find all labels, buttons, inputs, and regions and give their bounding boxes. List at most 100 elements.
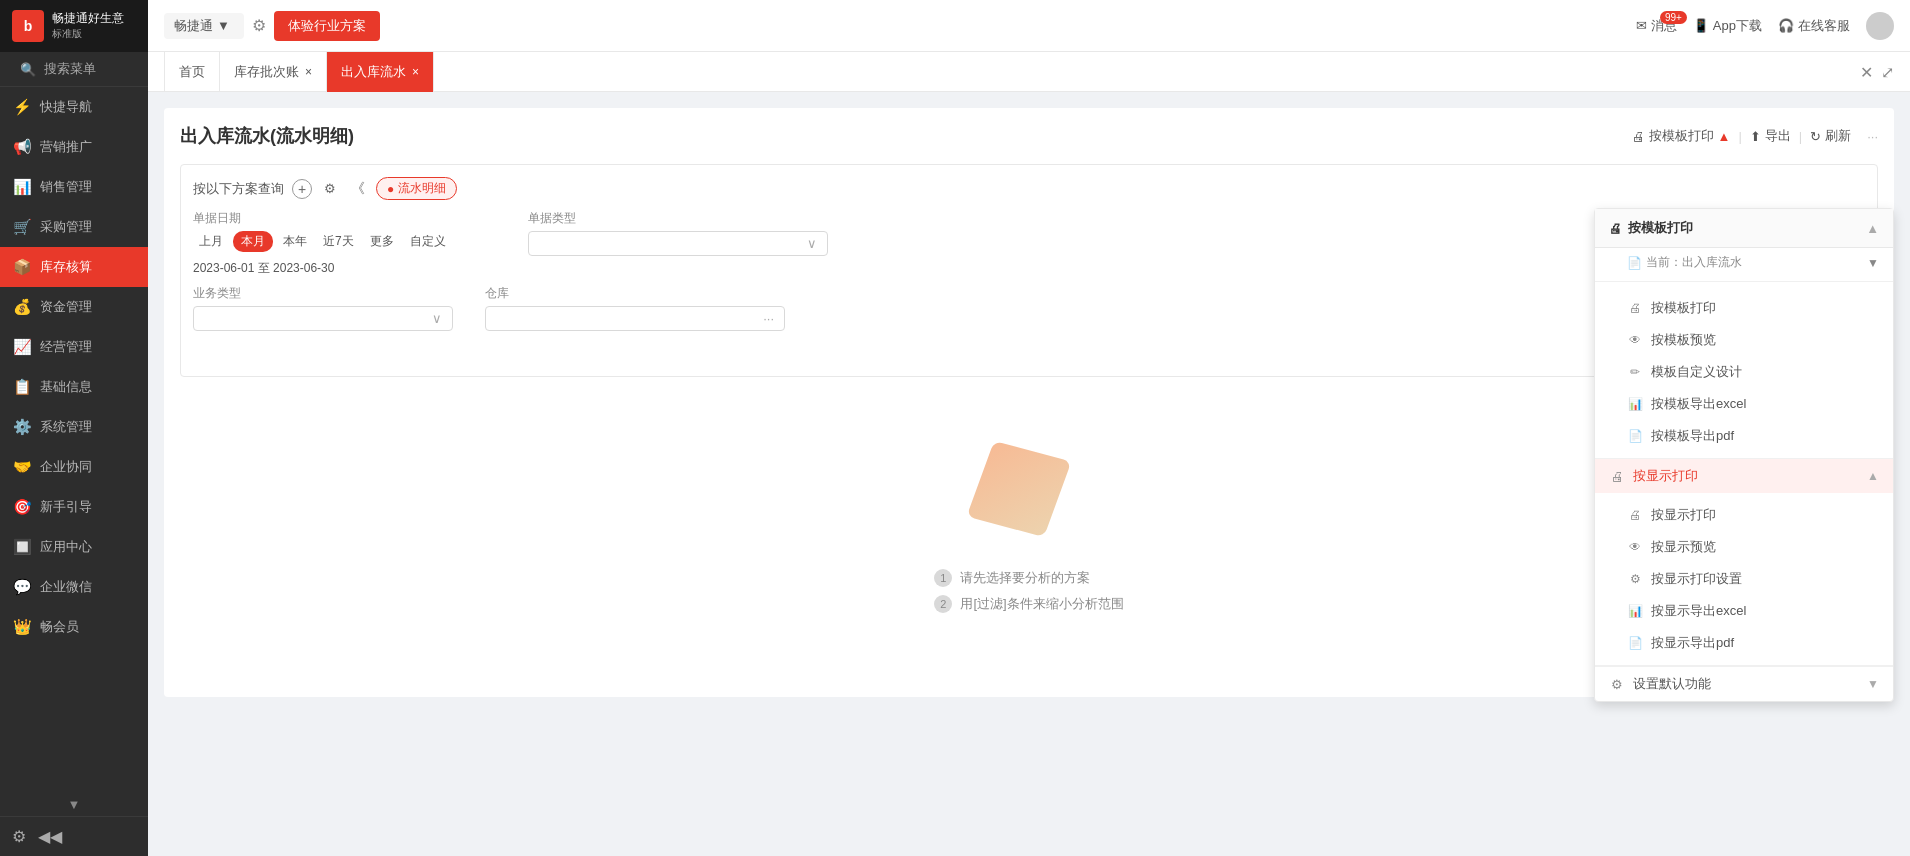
top-bar: 畅捷通 ▼ ⚙ 体验行业方案 ✉ 消息 99+ 📱 App下载 🎧 (148, 0, 1910, 52)
display-print-label: 按显示打印 (1651, 506, 1716, 524)
purchase-icon: 🛒 (12, 217, 32, 237)
tab-inventory-batch[interactable]: 库存批次账 × (220, 52, 327, 92)
display-export-excel-item[interactable]: 📊 按显示导出excel (1595, 595, 1893, 627)
dropdown-title: 按模板打印 (1628, 219, 1693, 237)
doc-type-dropdown[interactable]: ∨ (528, 231, 828, 256)
page-header: 出入库流水(流水明细) 🖨 按模板打印 ▲ | ⬆ 导出 | (180, 124, 1878, 148)
message-btn[interactable]: ✉ 消息 99+ (1636, 17, 1677, 35)
sidebar-item-wechat[interactable]: 💬 企业微信 (0, 567, 148, 607)
template-preview-icon: 👁 (1627, 332, 1643, 348)
display-preview-item[interactable]: 👁 按显示预览 (1595, 531, 1893, 563)
date-opt-current-month[interactable]: 本月 (233, 231, 273, 252)
refresh-btn[interactable]: ↻ 刷新 (1810, 127, 1851, 145)
display-preview-label: 按显示预览 (1651, 538, 1716, 556)
doc-type-arrow: ∨ (807, 236, 817, 251)
sidebar-scroll-down[interactable]: ▼ (0, 793, 148, 816)
sidebar-item-basic[interactable]: 📋 基础信息 (0, 367, 148, 407)
collapse-bottom-icon[interactable]: ◀◀ (38, 827, 62, 846)
sidebar-item-marketing[interactable]: 📢 营销推广 (0, 127, 148, 167)
marketing-icon: 📢 (12, 137, 32, 157)
warehouse-dropdown[interactable]: ··· (485, 306, 785, 331)
settings-bottom-icon[interactable]: ⚙ (12, 827, 26, 846)
template-print-item[interactable]: 🖨 按模板打印 (1595, 292, 1893, 324)
template-preview-label: 按模板预览 (1651, 331, 1716, 349)
date-range: 2023-06-01 至 2023-06-30 (193, 260, 452, 277)
display-print-settings-item[interactable]: ⚙ 按显示打印设置 (1595, 563, 1893, 595)
inventory-icon: 📦 (12, 257, 32, 277)
template-export-pdf-label: 按模板导出pdf (1651, 427, 1734, 445)
date-opt-7days[interactable]: 近7天 (317, 231, 360, 252)
dropdown-collapse-arrow[interactable]: ▲ (1866, 221, 1879, 236)
sidebar-logo: b 畅捷通好生意 标准版 (0, 0, 148, 52)
tabs-right-actions: ✕ ⤢ (1860, 62, 1894, 81)
dropdown-panel-header: 🖨 按模板打印 ▲ (1595, 209, 1893, 248)
app-download-label: App下载 (1713, 17, 1762, 35)
sidebar-item-inventory[interactable]: 📦 库存核算 (0, 247, 148, 287)
print-template-btn[interactable]: 🖨 按模板打印 ▲ (1632, 127, 1731, 145)
dropdown-print-header-icon: 🖨 (1609, 221, 1622, 236)
display-print-item[interactable]: 🖨 按显示打印 (1595, 499, 1893, 531)
print-dropdown-panel: 🖨 按模板打印 ▲ 📄 当前：出入库流水 ▼ 🖨 (1594, 208, 1894, 702)
date-opt-custom[interactable]: 自定义 (404, 231, 452, 252)
export-btn[interactable]: ⬆ 导出 (1750, 127, 1791, 145)
search-icon: 🔍 (20, 62, 36, 77)
filter-header: 按以下方案查询 + ⚙ 《 ● 流水明细 (193, 177, 1865, 200)
topbar-gear-icon[interactable]: ⚙ (252, 16, 266, 35)
template-export-pdf-item[interactable]: 📄 按模板导出pdf (1595, 420, 1893, 452)
date-opt-prev-month[interactable]: 上月 (193, 231, 229, 252)
filter-add-btn[interactable]: + (292, 179, 312, 199)
tab-inout-flow-close[interactable]: × (412, 65, 419, 79)
biz-type-dropdown[interactable]: ∨ (193, 306, 453, 331)
sidebar-item-collab[interactable]: 🤝 企业协同 (0, 447, 148, 487)
tab-inout-flow[interactable]: 出入库流水 × (327, 52, 434, 92)
display-print-section-header[interactable]: 🖨 按显示打印 ▲ (1595, 459, 1893, 493)
step-2-label: 用[过滤]条件来缩小分析范围 (960, 595, 1123, 613)
user-avatar[interactable] (1866, 12, 1894, 40)
sidebar-item-vip[interactable]: 👑 畅会员 (0, 607, 148, 647)
tabs-bar: 首页 库存批次账 × 出入库流水 × ✕ ⤢ (148, 52, 1910, 92)
tab-inventory-batch-close[interactable]: × (305, 65, 312, 79)
filter-collapse-btn[interactable]: 《 (348, 179, 368, 199)
display-print-section-arrow[interactable]: ▲ (1867, 469, 1879, 483)
sidebar-item-appcenter[interactable]: 🔲 应用中心 (0, 527, 148, 567)
sidebar-item-shortcut[interactable]: ⚡ 快捷导航 (0, 87, 148, 127)
tab-home[interactable]: 首页 (164, 52, 220, 92)
filter-date-field: 单据日期 上月 本月 本年 近7天 更多 自定义 2023-06-01 至 20… (193, 210, 452, 277)
sidebar-search[interactable]: 🔍 搜索菜单 (0, 52, 148, 87)
filter-settings-btn[interactable]: ⚙ (320, 179, 340, 199)
industry-btn[interactable]: 体验行业方案 (274, 11, 380, 41)
more-icon[interactable]: ··· (1867, 129, 1878, 144)
top-bar-right: ✉ 消息 99+ 📱 App下载 🎧 在线客服 (1636, 12, 1894, 40)
template-custom-item[interactable]: ✏ 模板自定义设计 (1595, 356, 1893, 388)
date-field-label: 单据日期 (193, 210, 452, 227)
sidebar-item-system[interactable]: ⚙️ 系统管理 (0, 407, 148, 447)
online-service-label: 在线客服 (1798, 17, 1850, 35)
refresh-icon: ↻ (1810, 129, 1821, 144)
date-opt-more[interactable]: 更多 (364, 231, 400, 252)
filter-tag[interactable]: ● 流水明细 (376, 177, 457, 200)
content-area: 出入库流水(流水明细) 🖨 按模板打印 ▲ | ⬆ 导出 | (148, 92, 1910, 856)
template-export-excel-item[interactable]: 📊 按模板导出excel (1595, 388, 1893, 420)
display-export-pdf-item[interactable]: 📄 按显示导出pdf (1595, 627, 1893, 659)
template-preview-item[interactable]: 👁 按模板预览 (1595, 324, 1893, 356)
sidebar-item-sales[interactable]: 📊 销售管理 (0, 167, 148, 207)
date-options: 上月 本月 本年 近7天 更多 自定义 (193, 231, 452, 252)
online-service-btn[interactable]: 🎧 在线客服 (1778, 17, 1850, 35)
sidebar-item-finance[interactable]: 💰 资金管理 (0, 287, 148, 327)
divider-1 (1595, 281, 1893, 282)
sidebar-item-purchase[interactable]: 🛒 采购管理 (0, 207, 148, 247)
current-section-arrow[interactable]: ▼ (1867, 256, 1879, 270)
sidebar-item-operation[interactable]: 📈 经营管理 (0, 327, 148, 367)
display-export-pdf-icon: 📄 (1627, 635, 1643, 651)
tab-close-icon[interactable]: ✕ (1860, 62, 1873, 81)
date-opt-current-year[interactable]: 本年 (277, 231, 313, 252)
user-selector[interactable]: 畅捷通 ▼ (164, 13, 244, 39)
set-default-arrow[interactable]: ▼ (1867, 677, 1879, 691)
app-download-btn[interactable]: 📱 App下载 (1693, 17, 1762, 35)
set-default-section-header[interactable]: ⚙ 设置默认功能 ▼ (1595, 666, 1893, 701)
sidebar-item-label: 经营管理 (40, 338, 92, 356)
tab-expand-icon[interactable]: ⤢ (1881, 62, 1894, 81)
sidebar-item-guide[interactable]: 🎯 新手引导 (0, 487, 148, 527)
service-icon: 🎧 (1778, 18, 1794, 33)
step-num-2: 2 (934, 595, 952, 613)
